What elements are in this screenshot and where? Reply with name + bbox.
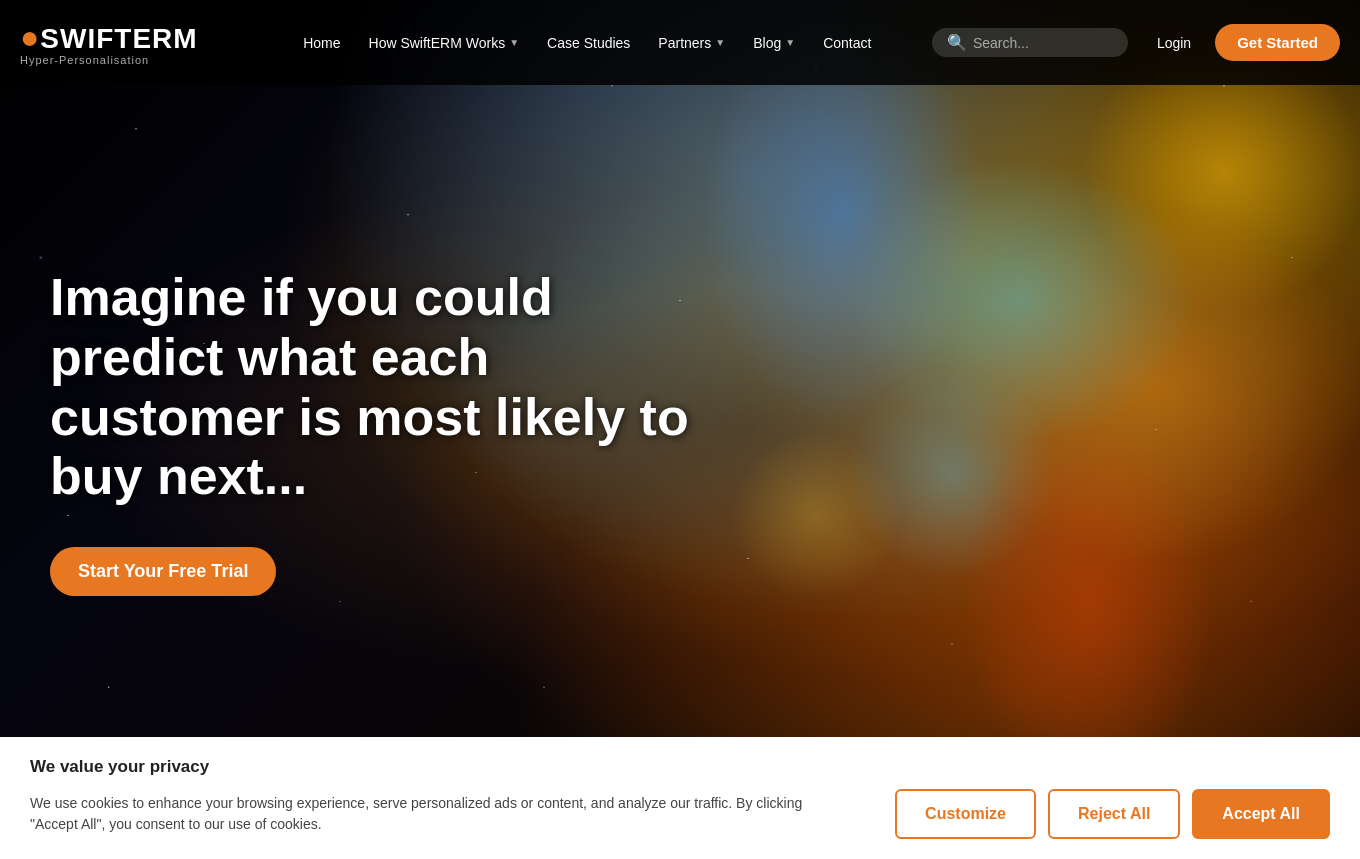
customize-button[interactable]: Customize — [895, 789, 1036, 839]
logo-text: ●SWIFTERM — [20, 19, 198, 56]
get-started-button[interactable]: Get Started — [1215, 24, 1340, 61]
nav-arrow-blog: ▼ — [785, 37, 795, 48]
nav-home[interactable]: Home — [289, 27, 354, 59]
search-input[interactable] — [973, 35, 1113, 51]
nav-case-studies[interactable]: Case Studies — [533, 27, 644, 59]
search-icon: 🔍 — [947, 33, 967, 52]
accept-all-button[interactable]: Accept All — [1192, 789, 1330, 839]
logo-swift: SWIFT — [40, 23, 132, 54]
nav-arrow-how: ▼ — [509, 37, 519, 48]
nav-contact[interactable]: Contact — [809, 27, 885, 59]
cookie-text: We use cookies to enhance your browsing … — [30, 793, 830, 835]
cookie-banner: We value your privacy We use cookies to … — [0, 737, 1360, 859]
nav-how-it-works[interactable]: How SwiftERM Works ▼ — [355, 27, 534, 59]
logo-sub: Hyper-Personalisation — [20, 54, 198, 66]
logo: ●SWIFTERM Hyper-Personalisation — [20, 19, 198, 66]
search-area[interactable]: 🔍 — [932, 28, 1128, 57]
logo-erm: ERM — [132, 23, 197, 54]
nav-partners[interactable]: Partners ▼ — [644, 27, 739, 59]
nav-login[interactable]: Login — [1143, 27, 1205, 59]
start-free-trial-button[interactable]: Start Your Free Trial — [50, 547, 276, 596]
cookie-title: We value your privacy — [30, 757, 1330, 777]
cookie-buttons: Customize Reject All Accept All — [895, 789, 1330, 839]
navbar: ●SWIFTERM Hyper-Personalisation Home How… — [0, 0, 1360, 85]
logo-dot: ● — [20, 19, 40, 55]
nav-arrow-partners: ▼ — [715, 37, 725, 48]
nav-links: Home How SwiftERM Works ▼ Case Studies P… — [258, 27, 917, 59]
reject-all-button[interactable]: Reject All — [1048, 789, 1180, 839]
nav-blog[interactable]: Blog ▼ — [739, 27, 809, 59]
hero-headline: Imagine if you could predict what each c… — [50, 268, 710, 507]
cookie-body: We use cookies to enhance your browsing … — [30, 789, 1330, 839]
